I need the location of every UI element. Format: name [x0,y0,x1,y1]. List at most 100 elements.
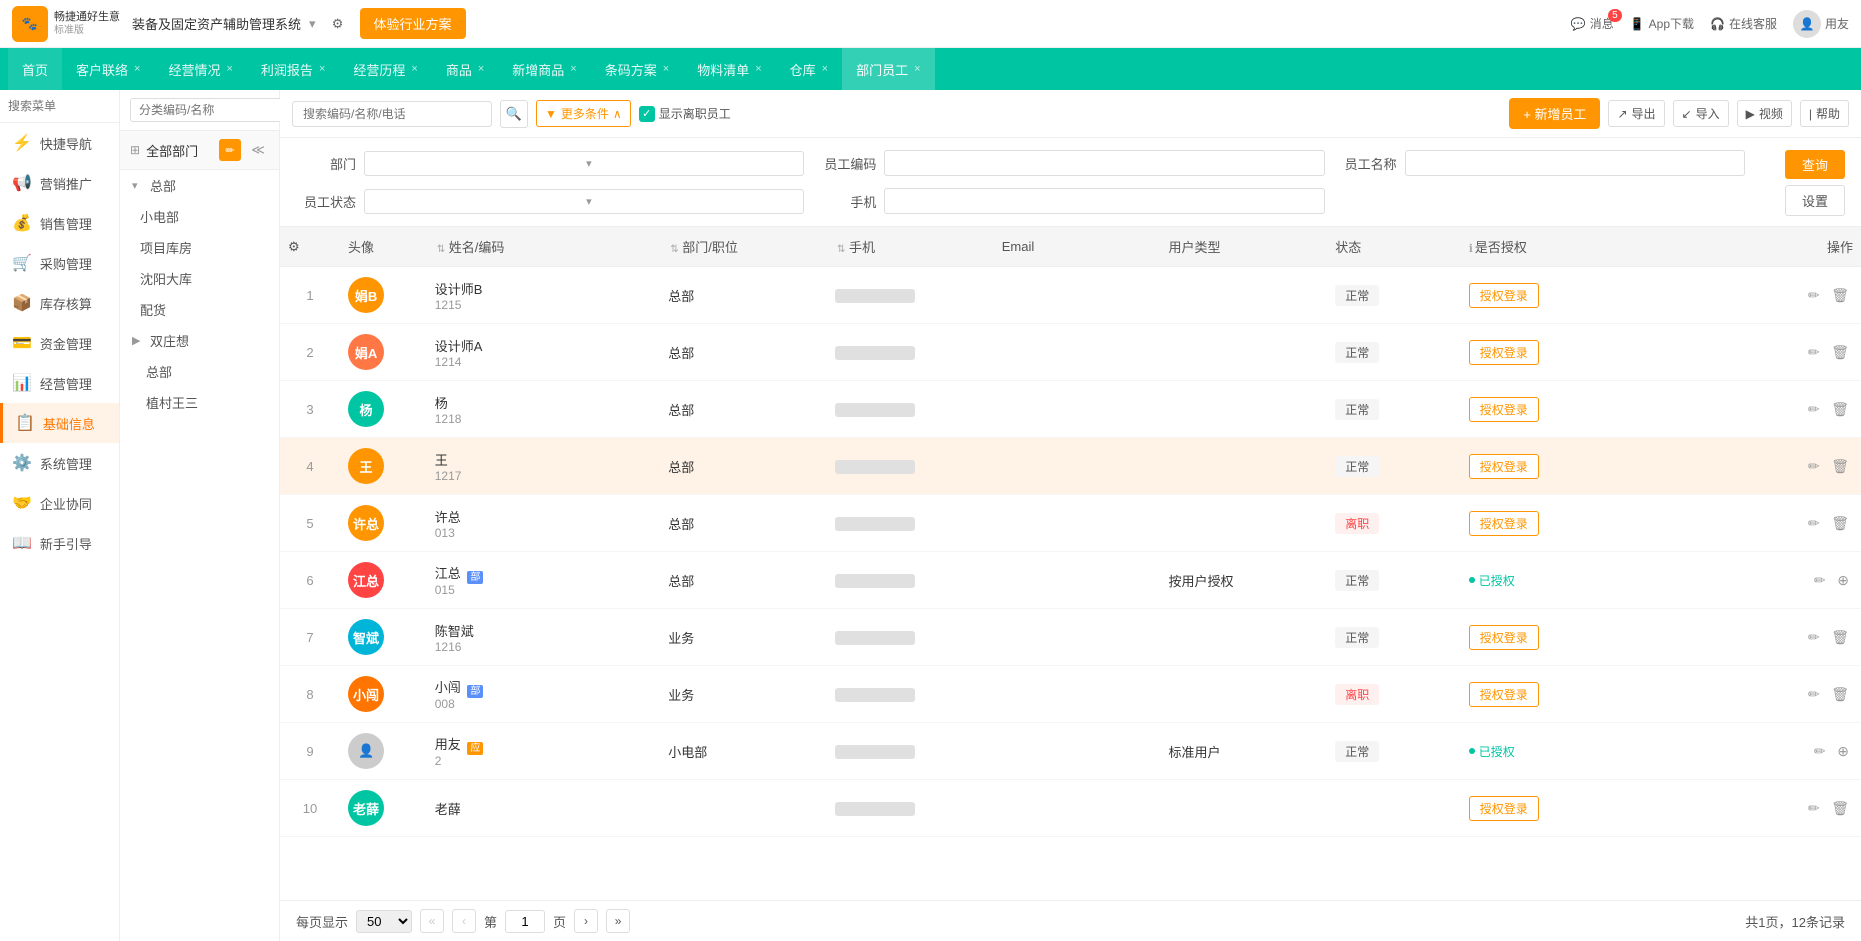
close-icon[interactable]: × [914,63,920,75]
tab-department[interactable]: 部门员工 × [842,48,934,90]
sidebar-item-finance[interactable]: 💳 资金管理 [0,323,119,363]
sidebar-item-purchase[interactable]: 🛒 采购管理 [0,243,119,283]
tab-barcode[interactable]: 条码方案 × [591,48,683,90]
close-icon[interactable]: × [663,63,669,75]
empstatus-filter-select[interactable]: ▾ [364,189,804,214]
settings-icon[interactable]: ⚙ [324,10,352,38]
sidebar-item-quicknav[interactable]: ⚡ 快捷导航 [0,123,119,163]
auth-button[interactable]: 授权登录 [1469,682,1539,707]
trial-button[interactable]: 体验行业方案 [360,8,466,39]
export-button[interactable]: ↗ 导出 [1608,100,1664,127]
copy-button[interactable]: ⊕ [1833,741,1853,761]
auth-button[interactable]: 授权登录 [1469,625,1539,650]
tree-node-peihuo[interactable]: 配货 [120,294,279,325]
edit-button[interactable]: ✏ [1804,456,1824,476]
auth-button[interactable]: 授权登录 [1469,454,1539,479]
sidebar-item-sales[interactable]: 💰 销售管理 [0,203,119,243]
import-button[interactable]: ↙ 导入 [1673,100,1729,127]
user-area[interactable]: 👤 用友 [1793,10,1849,38]
edit-button[interactable]: ✏ [1804,342,1824,362]
auth-button[interactable]: 授权登录 [1469,511,1539,536]
delete-button[interactable]: 🗑 [1827,798,1853,818]
dropdown-arrow-icon[interactable]: ▾ [309,16,316,32]
page-input[interactable] [505,910,545,933]
delete-button[interactable]: 🗑 [1827,285,1853,305]
more-filter-button[interactable]: ▼ 更多条件 ∧ [536,100,631,127]
col-dept-header[interactable]: ⇅ 部门/职位 [660,227,827,267]
delete-button[interactable]: 🗑 [1827,399,1853,419]
help-button[interactable]: | 帮助 [1800,100,1849,127]
per-page-select[interactable]: 50 100 200 [356,910,412,933]
close-icon[interactable]: × [226,63,232,75]
edit-button[interactable]: ✏ [1804,684,1824,704]
tab-operation[interactable]: 经营情况 × [154,48,246,90]
edit-button[interactable]: ✏ [1804,627,1824,647]
tab-add-goods[interactable]: 新增商品 × [498,48,590,90]
auth-button[interactable]: 授权登录 [1469,283,1539,308]
delete-button[interactable]: 🗑 [1827,513,1853,533]
auth-button[interactable]: 授权登录 [1469,796,1539,821]
sidebar-search-input[interactable] [8,99,120,113]
sidebar-item-marketing[interactable]: 📢 营销推广 [0,163,119,203]
delete-button[interactable]: 🗑 [1827,627,1853,647]
phone-filter-input[interactable] [884,188,1324,214]
sidebar-item-inventory[interactable]: 📦 库存核算 [0,283,119,323]
auth-button[interactable]: 授权登录 [1469,397,1539,422]
app-download-button[interactable]: 📱 App下载 [1630,15,1694,32]
filter-search-input[interactable] [292,101,492,127]
close-icon[interactable]: × [478,63,484,75]
online-service-button[interactable]: 🎧 在线客服 [1710,15,1777,32]
sidebar-item-collab[interactable]: 🤝 企业协同 [0,483,119,523]
tab-history[interactable]: 经营历程 × [339,48,431,90]
sidebar-item-basic[interactable]: 📋 基础信息 [0,403,119,443]
sidebar-item-business[interactable]: 📊 经营管理 [0,363,119,403]
filter-search-button[interactable]: 🔍 [500,100,528,128]
dept-filter-select[interactable]: ▾ [364,151,804,176]
copy-button[interactable]: ⊕ [1833,570,1853,590]
tree-node-xiangmu[interactable]: 项目库房 [120,232,279,263]
video-button[interactable]: ▶ 视频 [1737,100,1792,127]
edit-button[interactable]: ✏ [1804,513,1824,533]
col-name-header[interactable]: ⇅ 姓名/编码 [427,227,660,267]
settings-icon[interactable]: ⚙ [288,239,300,254]
close-icon[interactable]: × [319,63,325,75]
close-icon[interactable]: × [755,63,761,75]
tree-node-root[interactable]: ▾ 总部 [120,170,279,201]
tab-home[interactable]: 首页 [8,48,62,90]
col-phone-header[interactable]: ⇅ 手机 [827,227,994,267]
tab-profit[interactable]: 利润报告 × [247,48,339,90]
prev-page-button[interactable]: ‹ [452,909,476,933]
auth-button[interactable]: 授权登录 [1469,340,1539,365]
close-icon[interactable]: × [822,63,828,75]
next-page-button[interactable]: › [574,909,598,933]
empcode-filter-input[interactable] [884,150,1324,176]
tab-goods[interactable]: 商品 × [432,48,498,90]
edit-button[interactable]: ✏ [1804,399,1824,419]
edit-button[interactable]: ✏ [1804,798,1824,818]
tree-node-shuangzhuang[interactable]: ▶ 双庄想 [120,325,279,356]
first-page-button[interactable]: « [420,909,444,933]
edit-button[interactable]: ✏ [1810,570,1830,590]
reset-button[interactable]: 设置 [1785,185,1845,216]
tab-customer[interactable]: 客户联络 × [62,48,154,90]
edit-button[interactable]: ✏ [1810,741,1830,761]
close-icon[interactable]: × [570,63,576,75]
tree-collapse-button[interactable]: ≪ [247,139,269,161]
tree-node-zhicun[interactable]: 植村王三 [120,387,279,418]
message-button[interactable]: 💬 消息 5 [1571,15,1614,32]
edit-button[interactable]: ✏ [1804,285,1824,305]
tab-bom[interactable]: 物料清单 × [683,48,775,90]
show-depart-checkbox[interactable]: ✓ 显示离职员工 [639,105,731,122]
delete-button[interactable]: 🗑 [1827,456,1853,476]
tree-node-shenyang[interactable]: 沈阳大库 [120,263,279,294]
tree-node-xiaodibu[interactable]: 小电部 [120,201,279,232]
sidebar-item-guide[interactable]: 📖 新手引导 [0,523,119,563]
tree-search-input[interactable] [130,98,303,122]
empname-filter-input[interactable] [1405,150,1745,176]
close-icon[interactable]: × [134,63,140,75]
last-page-button[interactable]: » [606,909,630,933]
tree-node-zongbu[interactable]: 总部 [120,356,279,387]
add-employee-button[interactable]: + 新增员工 [1509,98,1600,129]
delete-button[interactable]: 🗑 [1827,684,1853,704]
sidebar-item-system[interactable]: ⚙️ 系统管理 [0,443,119,483]
